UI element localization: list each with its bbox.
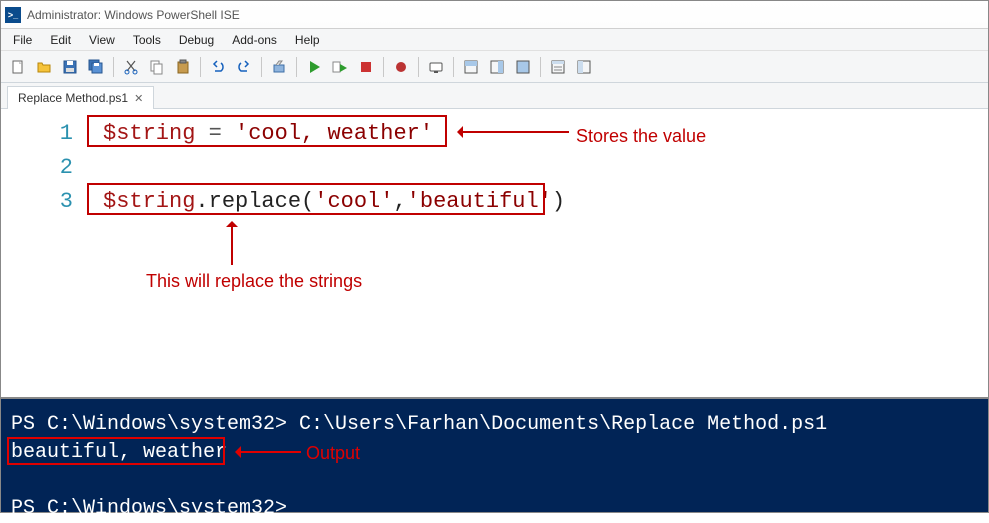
separator <box>453 57 454 77</box>
open-file-icon[interactable] <box>33 56 55 78</box>
token-variable: $string <box>103 189 195 214</box>
menu-edit[interactable]: Edit <box>42 31 79 49</box>
stop-icon[interactable] <box>355 56 377 78</box>
separator <box>296 57 297 77</box>
code-area[interactable]: $string = 'cool, weather' $string.replac… <box>91 109 988 397</box>
copy-icon[interactable] <box>146 56 168 78</box>
menu-tools[interactable]: Tools <box>125 31 169 49</box>
new-file-icon[interactable] <box>7 56 29 78</box>
show-command-icon[interactable] <box>573 56 595 78</box>
clear-icon[interactable] <box>268 56 290 78</box>
save-all-icon[interactable] <box>85 56 107 78</box>
line-number: 1 <box>1 117 73 151</box>
token-variable: $string <box>103 121 195 146</box>
save-icon[interactable] <box>59 56 81 78</box>
token-method: replace <box>209 189 301 214</box>
console-pane[interactable]: PS C:\Windows\system32> C:\Users\Farhan\… <box>1 397 988 512</box>
pane-top-icon[interactable] <box>460 56 482 78</box>
token-operator: = <box>209 121 222 146</box>
redo-icon[interactable] <box>233 56 255 78</box>
menu-help[interactable]: Help <box>287 31 328 49</box>
breakpoint-icon[interactable] <box>390 56 412 78</box>
menu-addons[interactable]: Add-ons <box>224 31 285 49</box>
token-string: 'cool, weather' <box>235 121 433 146</box>
separator <box>200 57 201 77</box>
annotation-arrow-replace <box>231 223 233 265</box>
tab-label: Replace Method.ps1 <box>18 91 128 105</box>
run-selection-icon[interactable] <box>329 56 351 78</box>
menubar: File Edit View Tools Debug Add-ons Help <box>1 29 988 51</box>
menu-file[interactable]: File <box>5 31 40 49</box>
tabstrip: Replace Method.ps1 ✕ <box>1 83 988 109</box>
separator <box>383 57 384 77</box>
token-comma: , <box>393 189 406 214</box>
separator <box>418 57 419 77</box>
paste-icon[interactable] <box>172 56 194 78</box>
remote-icon[interactable] <box>425 56 447 78</box>
line-gutter: 1 2 3 <box>1 109 91 397</box>
token-dot: . <box>195 189 208 214</box>
token-string: 'cool' <box>314 189 393 214</box>
app-icon: >_ <box>5 7 21 23</box>
line-number: 3 <box>1 185 73 219</box>
code-line-2 <box>103 151 988 185</box>
pane-max-icon[interactable] <box>512 56 534 78</box>
console-prompt: PS C:\Windows\system32> <box>11 495 978 523</box>
window-title: Administrator: Windows PowerShell ISE <box>27 8 240 22</box>
script-tab[interactable]: Replace Method.ps1 ✕ <box>7 86 154 109</box>
cut-icon[interactable] <box>120 56 142 78</box>
code-line-3: $string.replace('cool','beautiful') <box>103 185 988 219</box>
line-number: 2 <box>1 151 73 185</box>
undo-icon[interactable] <box>207 56 229 78</box>
console-prompt: PS C:\Windows\system32> <box>11 413 299 436</box>
toolbar <box>1 51 988 83</box>
script-editor[interactable]: 1 2 3 $string = 'cool, weather' $string.… <box>1 109 988 397</box>
close-tab-icon[interactable]: ✕ <box>134 92 143 105</box>
separator <box>113 57 114 77</box>
separator <box>261 57 262 77</box>
token-string: 'beautiful' <box>407 189 552 214</box>
menu-view[interactable]: View <box>81 31 123 49</box>
show-script-icon[interactable] <box>547 56 569 78</box>
run-script-icon[interactable] <box>303 56 325 78</box>
token-paren: ) <box>552 189 565 214</box>
console-output: beautiful, weather <box>11 439 978 467</box>
token-paren: ( <box>301 189 314 214</box>
pane-right-icon[interactable] <box>486 56 508 78</box>
console-line-1: PS C:\Windows\system32> C:\Users\Farhan\… <box>11 411 978 439</box>
annotation-replace: This will replace the strings <box>146 264 362 298</box>
separator <box>540 57 541 77</box>
titlebar: >_ Administrator: Windows PowerShell ISE <box>1 1 988 29</box>
menu-debug[interactable]: Debug <box>171 31 222 49</box>
console-command: C:\Users\Farhan\Documents\Replace Method… <box>299 413 827 436</box>
code-line-1: $string = 'cool, weather' <box>103 117 988 151</box>
